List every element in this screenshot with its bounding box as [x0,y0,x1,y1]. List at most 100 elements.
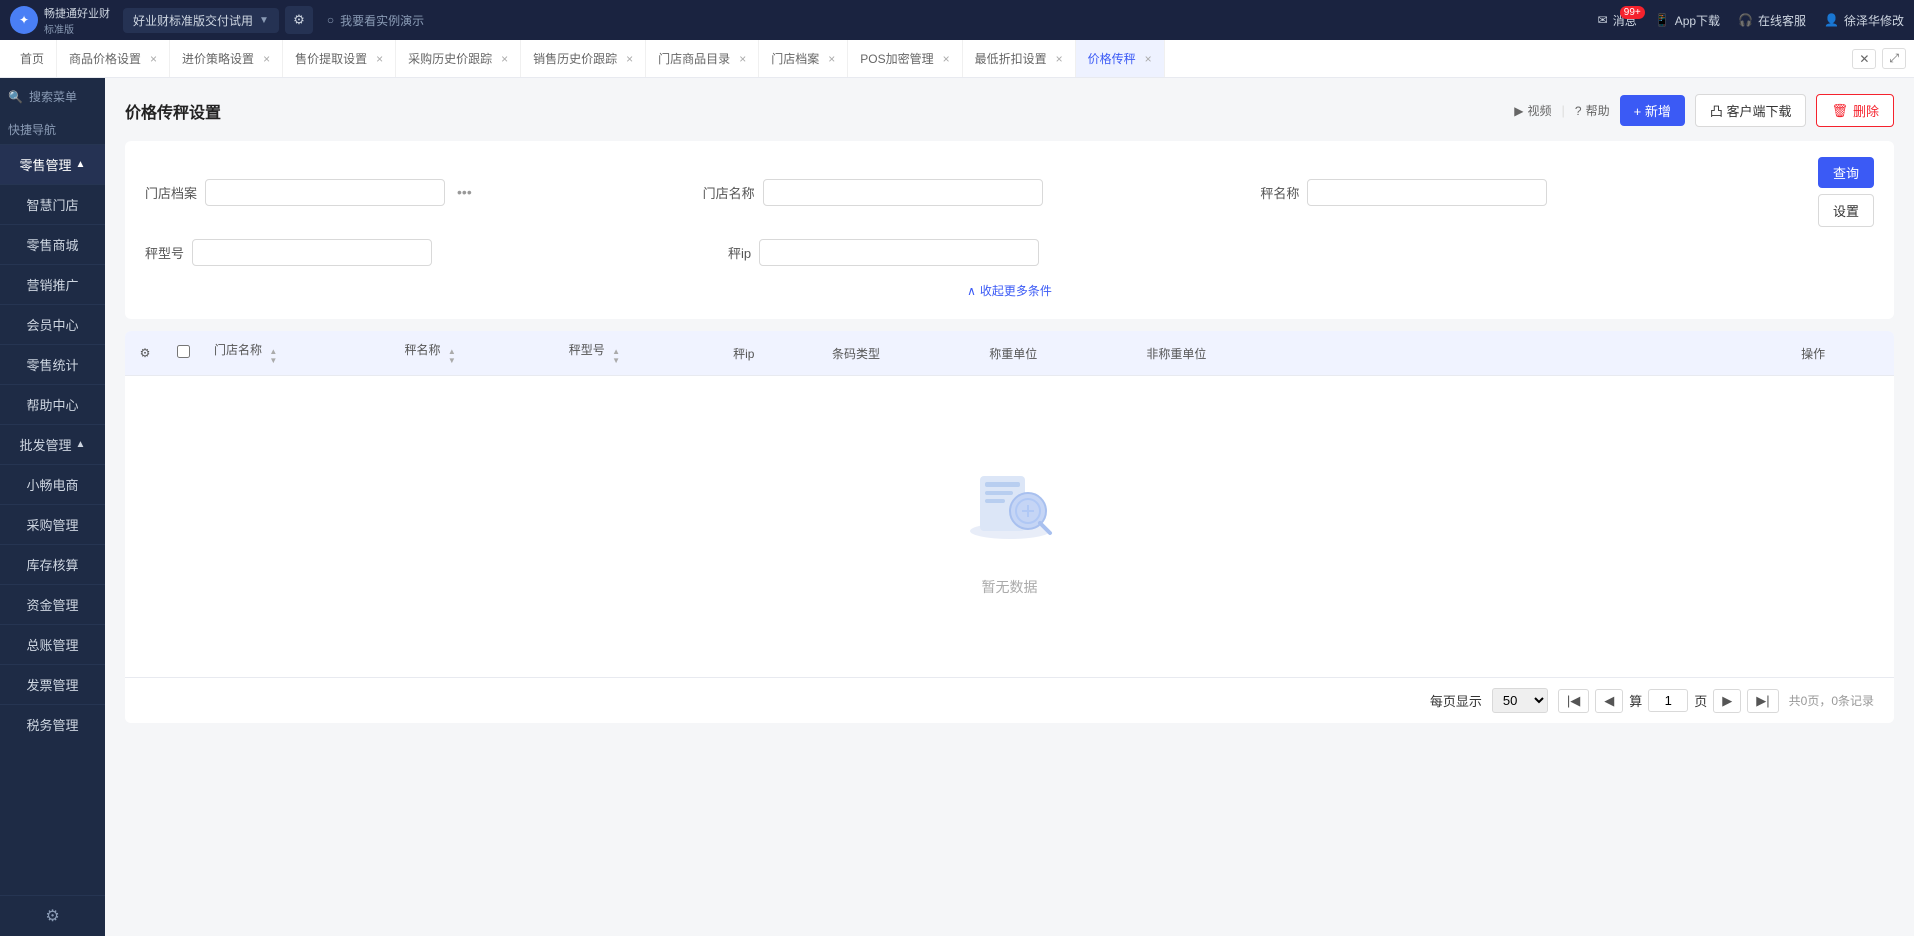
prev-page-button[interactable]: ◀ [1595,689,1623,713]
messages-badge: 99+ [1620,6,1645,19]
sidebar-item-采购管理[interactable]: 采购管理 [0,504,105,544]
tab-价格传秤[interactable]: 价格传秤× [1076,40,1165,78]
version-selector[interactable]: 好业财标准版交付试用 ▼ [123,8,279,33]
th-barcode-type: 条码类型 [820,331,977,376]
online-service-button[interactable]: 🎧 在线客服 [1738,12,1806,29]
collapse-button[interactable]: ∧ 收起更多条件 [955,278,1064,303]
sidebar-item-零售管理[interactable]: 零售管理▲ [0,144,105,184]
delete-icon: 🗑 [1831,103,1848,119]
user-avatar[interactable]: 👤 徐泽华修改 [1824,12,1904,29]
delete-button[interactable]: 🗑 删除 [1816,94,1894,127]
tab-售价提取设置[interactable]: 售价提取设置× [283,40,396,78]
app-download-button[interactable]: 📱 App下载 [1655,12,1720,29]
tab-close-icon[interactable]: × [943,53,950,65]
settings-button[interactable]: 设置 [1818,194,1874,227]
sidebar-item-小畅电商[interactable]: 小畅电商 [0,464,105,504]
page-number-input[interactable] [1648,689,1688,712]
per-page-select[interactable]: 50 10 20 100 [1492,688,1548,713]
tab-close-icon[interactable]: × [1056,53,1063,65]
sidebar-search[interactable]: 🔍 搜索菜单 [0,78,105,115]
sidebar-item-税务管理[interactable]: 税务管理 [0,704,105,744]
help-icon: ? [1575,104,1582,118]
app-download-icon: 📱 [1655,13,1670,27]
sidebar: 🔍 搜索菜单 快捷导航 零售管理▲智慧门店零售商城营销推广会员中心零售统计帮助中… [0,78,105,936]
sidebar-item-会员中心[interactable]: 会员中心 [0,304,105,344]
filter-scale-ip: 秤ip [728,239,1291,266]
tab-bar: 首页商品价格设置×进价策略设置×售价提取设置×采购历史价跟踪×销售历史价跟踪×门… [0,40,1914,78]
sidebar-item-总账管理[interactable]: 总账管理 [0,624,105,664]
query-button[interactable]: 查询 [1818,157,1874,188]
chevron-down-icon: ▼ [259,15,269,26]
scale-ip-input[interactable] [759,239,1039,266]
video-link[interactable]: ▶ 视频 [1514,102,1551,119]
sort-scale-name[interactable]: ▲▼ [448,347,456,365]
sidebar-item-发票管理[interactable]: 发票管理 [0,664,105,704]
tab-POS加密管理[interactable]: POS加密管理× [848,40,962,78]
store-archive-input[interactable] [205,179,445,206]
top-right-actions: ✉ 消息 99+ 📱 App下载 🎧 在线客服 👤 徐泽华修改 [1598,12,1904,29]
sidebar-item-智慧门店[interactable]: 智慧门店 [0,184,105,224]
th-scale-name: 秤名称 ▲▼ [392,331,556,376]
page-title: 价格传秤设置 [125,99,221,123]
scale-model-input[interactable] [192,239,432,266]
sidebar-item-批发管理[interactable]: 批发管理▲ [0,424,105,464]
tab-商品价格设置[interactable]: 商品价格设置× [57,40,170,78]
maximize-tab-button[interactable]: ⤢ [1882,48,1906,69]
sidebar-settings-button[interactable]: ⚙ [0,895,105,936]
sidebar-item-零售商城[interactable]: 零售商城 [0,224,105,264]
last-page-button[interactable]: ▶| [1747,689,1778,713]
tab-销售历史价跟踪[interactable]: 销售历史价跟踪× [521,40,646,78]
help-link[interactable]: ? 帮助 [1575,102,1610,119]
tab-close-icon[interactable]: × [626,53,633,65]
sidebar-item-资金管理[interactable]: 资金管理 [0,584,105,624]
close-tab-button[interactable]: ✕ [1852,49,1876,69]
tab-bar-controls: ✕ ⤢ [1852,48,1906,69]
th-store-name: 门店名称 ▲▼ [202,331,392,376]
topbar-settings-button[interactable]: ⚙ [285,6,313,34]
sort-store-name[interactable]: ▲▼ [269,347,277,365]
table-header-row: ⚙ 门店名称 ▲▼ 秤名称 [125,331,1894,376]
tab-close-icon[interactable]: × [739,53,746,65]
empty-text: 暂无数据 [145,577,1874,597]
play-icon: ▶ [1514,104,1523,118]
table-card: ⚙ 门店名称 ▲▼ 秤名称 [125,331,1894,723]
demo-button[interactable]: ○ 我要看实例演示 [327,12,424,29]
tab-close-icon[interactable]: × [376,53,383,65]
tab-最低折扣设置[interactable]: 最低折扣设置× [963,40,1076,78]
sidebar-item-库存核算[interactable]: 库存核算 [0,544,105,584]
filter-store-name: 门店名称 [703,179,1241,206]
content-inner: 价格传秤设置 ▶ 视频 | ? 帮助 + 新增 凸 客户端下载 [105,78,1914,739]
messages-button[interactable]: ✉ 消息 99+ [1598,12,1637,29]
sidebar-item-零售统计[interactable]: 零售统计 [0,344,105,384]
tab-进价策略设置[interactable]: 进价策略设置× [170,40,283,78]
next-page-button[interactable]: ▶ [1713,689,1741,713]
sidebar-item-营销推广[interactable]: 营销推广 [0,264,105,304]
column-settings-icon[interactable]: ⚙ [140,346,151,360]
tab-采购历史价跟踪[interactable]: 采购历史价跟踪× [396,40,521,78]
tab-close-icon[interactable]: × [501,53,508,65]
store-archive-more-icon[interactable]: ••• [457,184,472,200]
tab-close-icon[interactable]: × [150,53,157,65]
tab-close-icon[interactable]: × [1145,53,1152,65]
select-all-checkbox[interactable] [177,345,190,358]
add-button[interactable]: + 新增 [1620,95,1685,126]
filter-row-2: 秤型号 秤ip [145,239,1874,266]
th-non-weight-unit: 非称重单位 [1134,331,1789,376]
filter-scale-model: 秤型号 [145,239,708,266]
scale-name-input[interactable] [1307,179,1547,206]
demo-icon: ○ [327,13,334,27]
tab-门店商品目录[interactable]: 门店商品目录× [646,40,759,78]
tab-门店档案[interactable]: 门店档案× [759,40,848,78]
sidebar-quick-nav[interactable]: 快捷导航 [0,115,105,144]
download-button[interactable]: 凸 客户端下载 [1695,94,1807,127]
tab-close-icon[interactable]: × [828,53,835,65]
th-checkbox [165,331,202,376]
store-name-input[interactable] [763,179,1043,206]
gear-icon: ⚙ [45,908,59,925]
sidebar-item-帮助中心[interactable]: 帮助中心 [0,384,105,424]
sort-scale-model[interactable]: ▲▼ [612,347,620,365]
first-page-button[interactable]: |◀ [1558,689,1589,713]
tab-close-icon[interactable]: × [263,53,270,65]
tab-首页[interactable]: 首页 [8,40,57,78]
search-icon: 🔍 [8,90,23,104]
